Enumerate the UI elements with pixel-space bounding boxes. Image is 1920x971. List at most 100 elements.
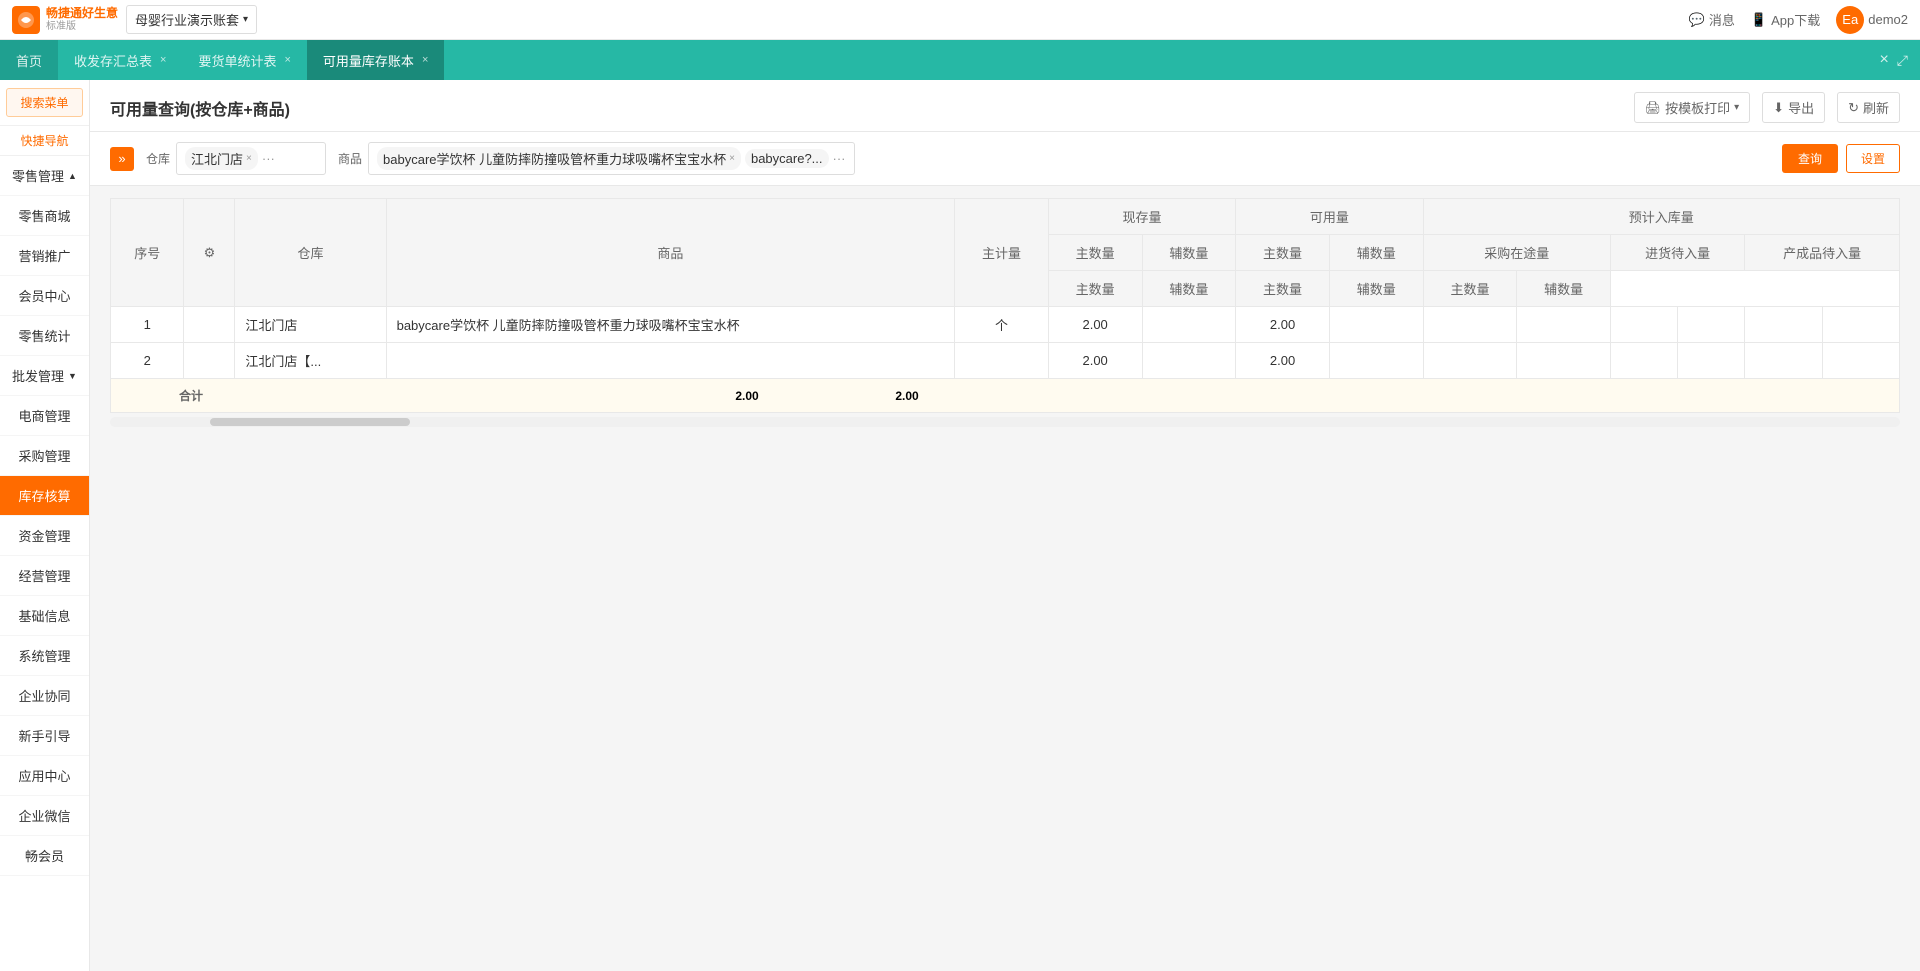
sidebar-item-operations-label: 经营管理 (18, 569, 70, 584)
sidebar-item-retail-stats[interactable]: 零售统计 (0, 316, 89, 356)
goods-more-btn[interactable]: ··· (833, 151, 846, 166)
sidebar-item-wholesale-mgmt[interactable]: 批发管理 ▼ (0, 356, 89, 396)
refresh-btn[interactable]: ↻ 刷新 (1837, 92, 1900, 123)
sidebar-item-purchase[interactable]: 采购管理 (0, 436, 89, 476)
sidebar-item-marketing[interactable]: 营销推广 (0, 236, 89, 276)
chevron-right-icon: » (118, 151, 125, 166)
th-prod-pend-main: 主数量 (1423, 271, 1517, 307)
message-icon: 💬 (1689, 12, 1705, 28)
th-unit: 主计量 (955, 199, 1049, 307)
user-profile-btn[interactable]: Ea demo2 (1836, 6, 1908, 34)
sidebar-item-retail-shop[interactable]: 零售商城 (0, 196, 89, 236)
user-name: demo2 (1868, 12, 1908, 27)
th-goods-pend-aux: 辅数量 (1329, 271, 1423, 307)
home-tab-label: 首页 (16, 51, 42, 70)
cell-prod-pend-aux (1822, 343, 1899, 379)
sidebar-item-member[interactable]: 会员中心 (0, 276, 89, 316)
print-chevron-icon: ▾ (1734, 102, 1739, 113)
table-row: 2 江北门店【... 2.00 2.00 (111, 343, 1900, 379)
cell-goods-pend-main (1611, 307, 1678, 343)
tab-available-stock[interactable]: 可用量库存账本 × (307, 40, 444, 80)
logo-title: 畅捷通好生意 (46, 6, 118, 20)
sidebar-item-basics[interactable]: 基础信息 (0, 596, 89, 636)
horizontal-scrollbar[interactable] (110, 417, 1900, 427)
tab-receive-send[interactable]: 收发存汇总表 × (58, 40, 182, 80)
sidebar-item-ecommerce-label: 电商管理 (18, 409, 70, 424)
warehouse-tag: 江北门店 × (185, 147, 258, 170)
footer-stock-main: 2.00 (707, 389, 787, 403)
warehouse-filter-input[interactable]: 江北门店 × ··· (176, 142, 326, 175)
search-menu-btn[interactable]: 搜索菜单 (6, 88, 83, 117)
cell-goods (386, 343, 955, 379)
cell-pur-transit-main (1423, 307, 1517, 343)
sidebar-item-enterprise-collab[interactable]: 企业协同 (0, 676, 89, 716)
query-btn[interactable]: 查询 (1782, 144, 1838, 173)
scrollbar-thumb[interactable] (210, 418, 410, 426)
cell-pur-transit-aux (1517, 307, 1611, 343)
print-btn[interactable]: 🖨 按模板打印 ▾ (1634, 92, 1751, 123)
warehouse-filter-label: 仓库 (146, 150, 170, 167)
th-warehouse: 仓库 (235, 199, 386, 307)
footer-avail-main: 2.00 (867, 389, 947, 403)
app-download-btn[interactable]: 📱 App下载 (1751, 10, 1820, 29)
tab-close-receive-send[interactable]: × (160, 54, 166, 66)
sidebar-item-member-plus[interactable]: 畅会员 (0, 836, 89, 876)
sidebar-item-purchase-label: 采购管理 (18, 449, 70, 464)
filter-actions: 查询 设置 (1782, 144, 1900, 173)
cell-stock-main: 2.00 (1048, 343, 1142, 379)
quick-nav-btn[interactable]: 快捷导航 (0, 126, 89, 156)
remove-goods-tag1[interactable]: × (729, 153, 735, 164)
tab-order-stats[interactable]: 要货单统计表 × (182, 40, 306, 80)
filter-toggle-btn[interactable]: » (110, 147, 134, 171)
sidebar-item-new-guide[interactable]: 新手引导 (0, 716, 89, 756)
sidebar-item-retail-stats-label: 零售统计 (18, 329, 70, 344)
sidebar-item-inventory[interactable]: 库存核算 (0, 476, 89, 516)
sidebar-item-member-label: 会员中心 (18, 289, 70, 304)
tab-home[interactable]: 首页 (0, 40, 58, 80)
sidebar-item-inventory-label: 库存核算 (18, 489, 70, 504)
sidebar-item-member-plus-label: 畅会员 (25, 849, 64, 864)
content-area: 可用量查询(按仓库+商品) 🖨 按模板打印 ▾ ⬇ 导出 ↻ 刷新 (90, 80, 1920, 971)
sidebar-item-app-center[interactable]: 应用中心 (0, 756, 89, 796)
export-label: 导出 (1788, 98, 1814, 117)
phone-icon: 📱 (1751, 12, 1767, 28)
warehouse-more-btn[interactable]: ··· (262, 151, 275, 166)
message-btn[interactable]: 💬 消息 (1689, 10, 1735, 29)
chevron-up-icon: ▲ (68, 171, 77, 181)
goods-filter-input[interactable]: babycare学饮杯 儿童防摔防撞吸管杯重力球吸嘴杯宝宝水杯 × babyca… (368, 142, 854, 175)
sidebar-item-ecommerce[interactable]: 电商管理 (0, 396, 89, 436)
th-gear[interactable]: ⚙ (184, 199, 235, 307)
th-purchase-in-transit: 采购在途量 (1423, 235, 1610, 271)
sidebar-item-retail-mgmt[interactable]: 零售管理 ▲ (0, 156, 89, 196)
footer-label: 合计 (111, 387, 271, 404)
cell-rownum: 2 (111, 343, 184, 379)
print-label: 按模板打印 (1665, 98, 1730, 117)
sidebar-item-system-label: 系统管理 (18, 649, 70, 664)
tab-close-available-stock[interactable]: × (422, 54, 428, 66)
app-download-label: App下载 (1771, 10, 1820, 29)
cell-gear (184, 307, 235, 343)
goods-filter-label: 商品 (338, 150, 362, 167)
sidebar-item-finance[interactable]: 资金管理 (0, 516, 89, 556)
industry-select[interactable]: 母婴行业演示账套 ▾ (126, 5, 257, 34)
th-prod-pend-aux: 辅数量 (1517, 271, 1611, 307)
expand-window-btn[interactable]: ⤢ (1897, 52, 1908, 69)
nav-tabs: 首页 收发存汇总表 × 要货单统计表 × 可用量库存账本 × × ⤢ (0, 40, 1920, 80)
cell-pur-transit-aux (1517, 343, 1611, 379)
sidebar-item-enterprise-collab-label: 企业协同 (18, 689, 70, 704)
cell-goods-pend-main (1611, 343, 1678, 379)
table-row: 1 江北门店 babycare学饮杯 儿童防摔防撞吸管杯重力球吸嘴杯宝宝水杯 个… (111, 307, 1900, 343)
export-btn[interactable]: ⬇ 导出 (1762, 92, 1825, 123)
sidebar-item-system[interactable]: 系统管理 (0, 636, 89, 676)
settings-btn[interactable]: 设置 (1846, 144, 1900, 173)
close-window-btn[interactable]: × (1879, 51, 1888, 69)
th-pur-main: 主数量 (1048, 271, 1142, 307)
tab-close-order-stats[interactable]: × (284, 54, 290, 66)
th-row-num: 序号 (111, 199, 184, 307)
sidebar-item-enterprise-wechat[interactable]: 企业微信 (0, 796, 89, 836)
sidebar-item-operations[interactable]: 经营管理 (0, 556, 89, 596)
th-predicted-inbound: 预计入库量 (1423, 199, 1899, 235)
remove-warehouse-tag[interactable]: × (246, 153, 252, 164)
th-stock-main: 主数量 (1048, 235, 1142, 271)
refresh-label: 刷新 (1863, 98, 1889, 117)
